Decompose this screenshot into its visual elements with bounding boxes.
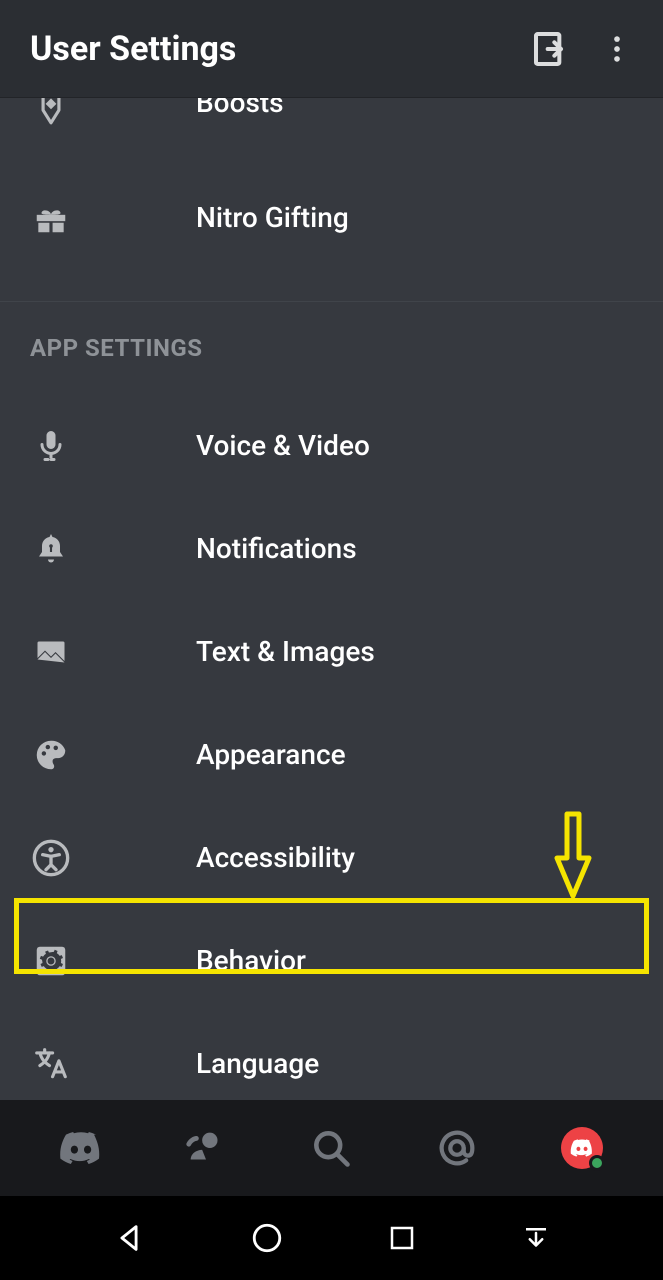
discord-logo-icon [57, 1124, 105, 1172]
nitro-gifting-row[interactable]: Nitro Gifting [0, 166, 663, 269]
download-bar-icon [521, 1223, 551, 1253]
at-icon [434, 1125, 480, 1171]
nitro-section: Boosts Nitro Gifting [0, 98, 663, 302]
exit-icon [531, 29, 571, 69]
language-label: Language [196, 1047, 319, 1080]
sysnav-recents-button[interactable] [387, 1223, 417, 1253]
app-tab-bar [0, 1100, 663, 1196]
behavior-label: Behavior [196, 944, 306, 977]
boosts-row[interactable]: Boosts [0, 98, 663, 166]
tab-search[interactable] [295, 1112, 367, 1184]
tab-mentions[interactable] [421, 1112, 493, 1184]
circle-home-icon [250, 1221, 284, 1255]
appearance-row[interactable]: Appearance [0, 703, 663, 806]
tab-profile[interactable] [546, 1112, 618, 1184]
text-images-label: Text & Images [196, 635, 375, 668]
sysnav-back-button[interactable] [112, 1221, 146, 1255]
text-images-row[interactable]: Text & Images [0, 600, 663, 703]
voice-video-row[interactable]: Voice & Video [0, 394, 663, 497]
sysnav-dropdown-button[interactable] [521, 1223, 551, 1253]
behavior-row[interactable]: Behavior [0, 909, 663, 1012]
notifications-row[interactable]: Notifications [0, 497, 663, 600]
tab-discord[interactable] [45, 1112, 117, 1184]
translate-icon [32, 1045, 70, 1083]
notifications-label: Notifications [196, 532, 357, 565]
avatar [561, 1127, 603, 1169]
status-online-icon [589, 1155, 605, 1171]
boosts-label: Boosts [196, 98, 284, 119]
more-vertical-icon [600, 32, 634, 66]
gear-box-icon [32, 942, 70, 980]
page-title: User Settings [30, 29, 509, 69]
system-nav-bar [0, 1196, 663, 1280]
sysnav-home-button[interactable] [250, 1221, 284, 1255]
accessibility-icon [31, 838, 71, 878]
nitro-gifting-label: Nitro Gifting [196, 201, 349, 234]
language-row[interactable]: Language [0, 1012, 663, 1100]
bell-icon [33, 531, 69, 567]
triangle-back-icon [112, 1221, 146, 1255]
accessibility-label: Accessibility [196, 841, 355, 874]
appearance-label: Appearance [196, 738, 346, 771]
settings-header: User Settings [0, 0, 663, 98]
overflow-menu-button[interactable] [593, 25, 641, 73]
logout-button[interactable] [527, 25, 575, 73]
boost-icon [32, 98, 70, 126]
friends-icon [183, 1125, 229, 1171]
palette-icon [32, 736, 70, 774]
tab-friends[interactable] [170, 1112, 242, 1184]
image-icon [33, 634, 69, 670]
accessibility-row[interactable]: Accessibility [0, 806, 663, 909]
voice-video-label: Voice & Video [196, 429, 370, 462]
microphone-icon [33, 428, 69, 464]
gift-icon [32, 199, 70, 237]
square-recents-icon [387, 1223, 417, 1253]
settings-content[interactable]: Boosts Nitro Gifting APP SETTINGS [0, 98, 663, 1100]
search-icon [309, 1126, 353, 1170]
app-settings-header: APP SETTINGS [0, 302, 663, 362]
